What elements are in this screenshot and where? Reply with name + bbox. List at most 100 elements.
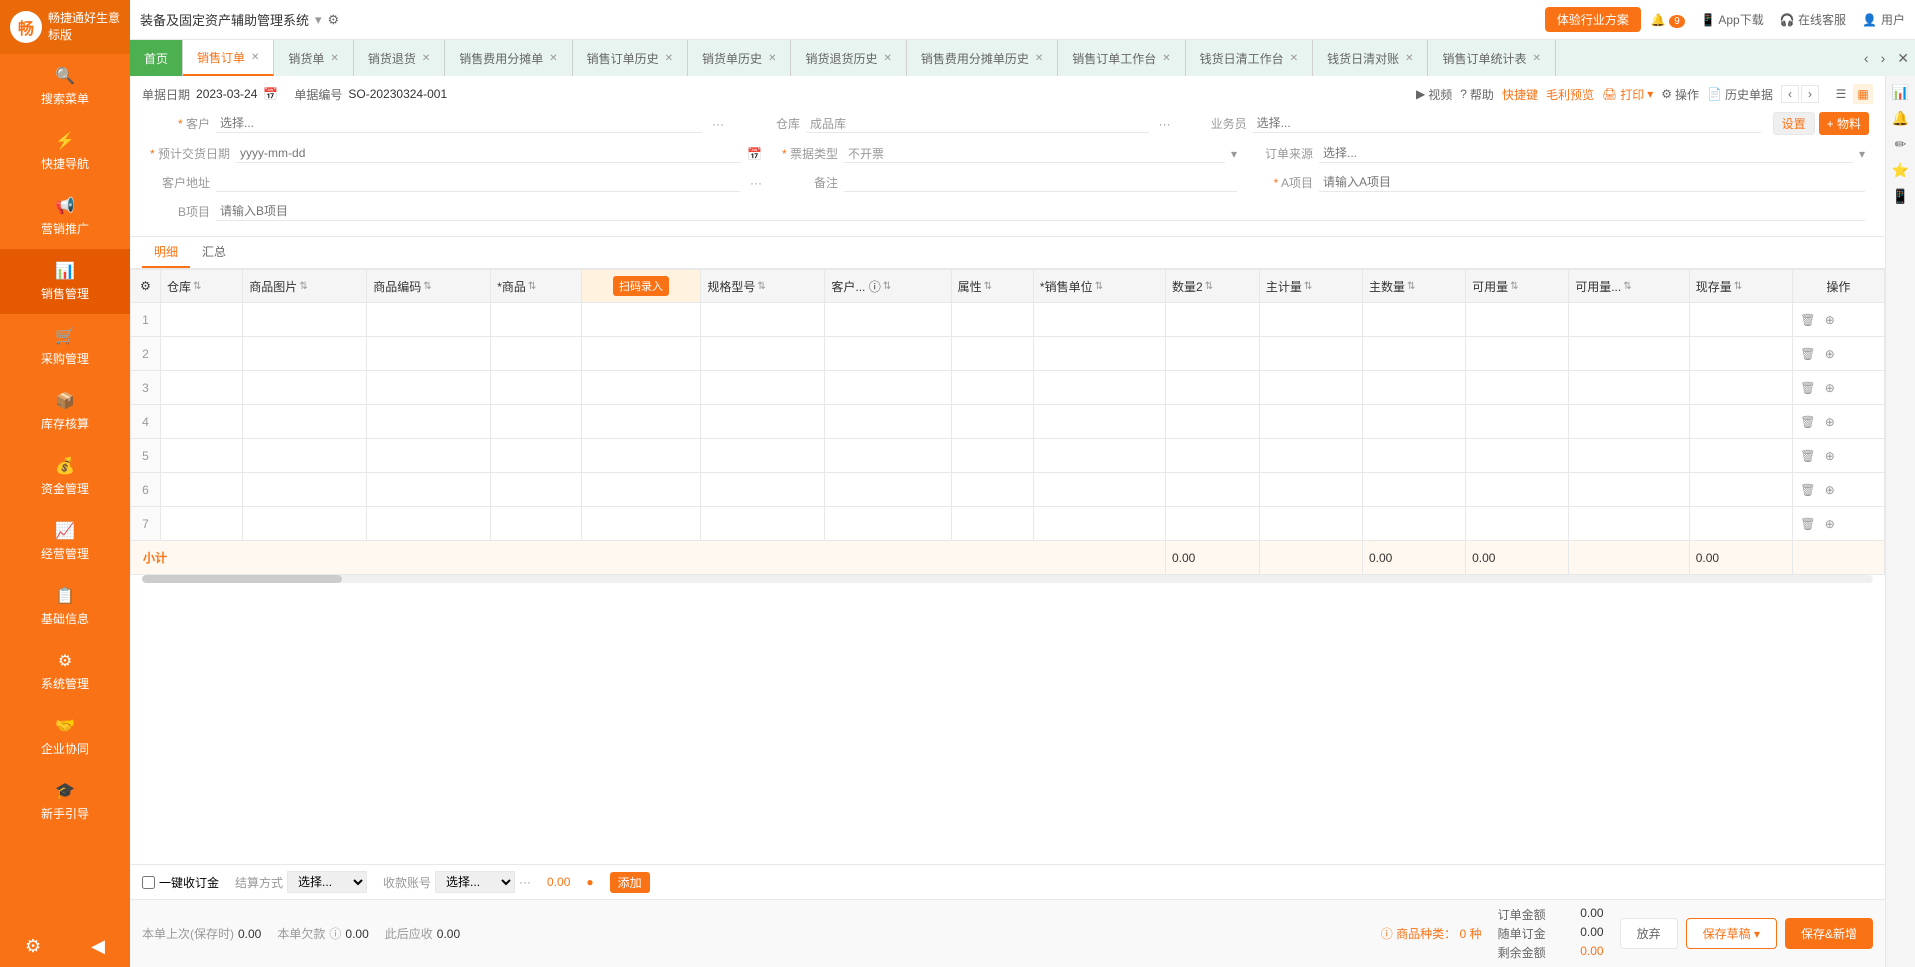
row-1-warehouse[interactable] <box>161 303 243 337</box>
sidebar-item-search[interactable]: 🔍 搜索菜单 <box>0 54 130 119</box>
sidebar-item-operation[interactable]: 📈 经营管理 <box>0 509 130 574</box>
tab-cash-daily-workspace[interactable]: 钱货日清工作台 ✕ <box>1186 40 1313 76</box>
row-2-copy-btn[interactable]: ⊕ <box>1821 345 1839 363</box>
row-3-delete-btn[interactable]: 🗑 <box>1799 379 1817 397</box>
tab-summary[interactable]: 汇总 <box>190 237 238 268</box>
th-main-unit[interactable]: 主计量 <box>1259 270 1362 303</box>
row-3-copy-btn[interactable]: ⊕ <box>1821 379 1839 397</box>
row-7-delete-btn[interactable]: 🗑 <box>1799 515 1817 533</box>
row-2-main-qty[interactable] <box>1362 337 1465 371</box>
row-5-delete-btn[interactable]: 🗑 <box>1799 447 1817 465</box>
current-debt-info-icon[interactable]: ⓘ <box>329 925 341 942</box>
tab-cash-daily-workspace-close[interactable]: ✕ <box>1290 53 1298 64</box>
row-2-warehouse[interactable] <box>161 337 243 371</box>
tab-order-stats-close[interactable]: ✕ <box>1533 53 1541 64</box>
tab-sales-invoice-close[interactable]: ✕ <box>330 53 338 64</box>
grid-view-icon[interactable]: ▦ <box>1853 84 1873 104</box>
tab-home[interactable]: 首页 <box>130 40 183 76</box>
th-available2[interactable]: 可用量... <box>1569 270 1689 303</box>
row-2-delete-btn[interactable]: 🗑 <box>1799 345 1817 363</box>
right-tool-edit-btn[interactable]: ✏ <box>1889 132 1913 156</box>
add-deposit-button[interactable]: 添加 <box>610 872 650 893</box>
row-1-attr[interactable] <box>951 303 1033 337</box>
goods-count-info-icon[interactable]: ⓘ <box>1381 927 1393 941</box>
tab-sales-return[interactable]: 销货退货 ✕ <box>354 40 445 76</box>
sidebar-item-guide[interactable]: 🎓 新手引导 <box>0 769 130 834</box>
th-code[interactable]: 商品编码 <box>367 270 491 303</box>
row-1-copy-btn[interactable]: ⊕ <box>1821 311 1839 329</box>
row-2-attr[interactable] <box>951 337 1033 371</box>
tab-sales-order[interactable]: 销售订单 ✕ <box>183 40 274 76</box>
th-main-qty[interactable]: 主数量 <box>1362 270 1465 303</box>
th-warehouse[interactable]: 仓库 <box>161 270 243 303</box>
row-2-customer-code[interactable] <box>825 337 951 371</box>
industry-solution-button[interactable]: 体验行业方案 <box>1545 7 1641 32</box>
order-source-dropdown-icon[interactable]: ▾ <box>1859 147 1865 161</box>
sidebar-collapse-icon[interactable]: ◀ <box>91 936 105 957</box>
notification-icon[interactable]: 🔔 9 <box>1651 13 1685 27</box>
th-available[interactable]: 可用量 <box>1466 270 1569 303</box>
tab-cash-reconcile-close[interactable]: ✕ <box>1405 53 1413 64</box>
row-1-stock[interactable] <box>1689 303 1792 337</box>
tabs-next-button[interactable]: › <box>1875 46 1892 70</box>
tab-expense-split-close[interactable]: ✕ <box>549 53 557 64</box>
payment-method-select[interactable]: 选择... <box>287 871 367 893</box>
th-settings[interactable]: ⚙ <box>131 270 161 303</box>
list-view-icon[interactable]: ☰ <box>1831 84 1851 104</box>
tab-order-workspace-close[interactable]: ✕ <box>1162 53 1170 64</box>
tab-expense-split[interactable]: 销售费用分摊单 ✕ <box>445 40 572 76</box>
view-video-btn[interactable]: ▶ 视频 <box>1416 86 1452 103</box>
row-4-delete-btn[interactable]: 🗑 <box>1799 413 1817 431</box>
right-tool-chart-btn[interactable]: 📊 <box>1889 80 1913 104</box>
help-btn[interactable]: ? 帮助 <box>1460 86 1494 103</box>
order-source-input[interactable] <box>1319 144 1853 163</box>
right-tool-bell-btn[interactable]: 🔔 <box>1889 106 1913 130</box>
preview-btn[interactable]: 毛利预览 <box>1546 86 1594 103</box>
row-2-unit[interactable] <box>1033 337 1165 371</box>
tab-return-history-close[interactable]: ✕ <box>883 53 891 64</box>
row-2-main-unit[interactable] <box>1259 337 1362 371</box>
scan-button[interactable]: 扫码录入 <box>613 276 669 296</box>
row-1-product[interactable] <box>491 303 581 337</box>
address-input[interactable] <box>216 173 740 192</box>
row-7-copy-btn[interactable]: ⊕ <box>1821 515 1839 533</box>
ticket-dropdown-icon[interactable]: ▾ <box>1231 147 1237 161</box>
ticket-type-input[interactable] <box>844 144 1225 163</box>
tab-cash-reconcile[interactable]: 钱货日清对账 ✕ <box>1313 40 1428 76</box>
row-6-copy-btn[interactable]: ⊕ <box>1821 481 1839 499</box>
tab-sales-return-close[interactable]: ✕ <box>422 53 430 64</box>
dropdown-arrow-icon[interactable]: ▾ <box>315 12 322 28</box>
row-2-code[interactable] <box>367 337 491 371</box>
account-more-icon[interactable]: ··· <box>519 875 531 889</box>
sidebar-item-sales[interactable]: 📊 销售管理 <box>0 249 130 314</box>
row-1-spec[interactable] <box>701 303 825 337</box>
tab-invoice-history[interactable]: 销货单历史 ✕ <box>688 40 791 76</box>
address-more-icon[interactable]: ··· <box>750 176 762 190</box>
th-attr[interactable]: 属性 <box>951 270 1033 303</box>
project-a-input[interactable] <box>1319 173 1865 192</box>
tabs-prev-button[interactable]: ‹ <box>1858 46 1875 70</box>
warehouse-more-icon[interactable]: ··· <box>1159 117 1171 131</box>
project-b-input[interactable] <box>216 202 1865 221</box>
history-btn[interactable]: 📄 历史单据 <box>1707 86 1773 103</box>
tab-detail[interactable]: 明细 <box>142 237 190 268</box>
tab-order-history-close[interactable]: ✕ <box>665 53 673 64</box>
row-1-delete-btn[interactable]: 🗑 <box>1799 311 1817 329</box>
app-download-link[interactable]: 📱 App下载 <box>1701 11 1764 28</box>
sidebar-settings-icon[interactable]: ⚙ <box>25 936 41 957</box>
warehouse-input[interactable] <box>806 114 1149 133</box>
calendar2-icon[interactable]: 📅 <box>747 147 762 161</box>
th-stock[interactable]: 现存量 <box>1689 270 1792 303</box>
salesperson-input[interactable] <box>1253 114 1761 133</box>
customer-input[interactable] <box>216 114 702 133</box>
sidebar-item-inventory[interactable]: 📦 库存核算 <box>0 379 130 444</box>
tab-order-workspace[interactable]: 销售订单工作台 ✕ <box>1058 40 1185 76</box>
tab-order-history[interactable]: 销售订单历史 ✕ <box>573 40 688 76</box>
th-customer-code[interactable]: 客户... ⓘ <box>825 270 951 303</box>
row-5-copy-btn[interactable]: ⊕ <box>1821 447 1839 465</box>
tab-sales-invoice[interactable]: 销货单 ✕ <box>274 40 353 76</box>
row-1-qty2[interactable] <box>1165 303 1259 337</box>
save-new-button[interactable]: 保存&新增 <box>1785 918 1873 949</box>
tab-sales-order-close[interactable]: ✕ <box>251 52 259 63</box>
sidebar-item-marketing[interactable]: 📢 营销推广 <box>0 184 130 249</box>
